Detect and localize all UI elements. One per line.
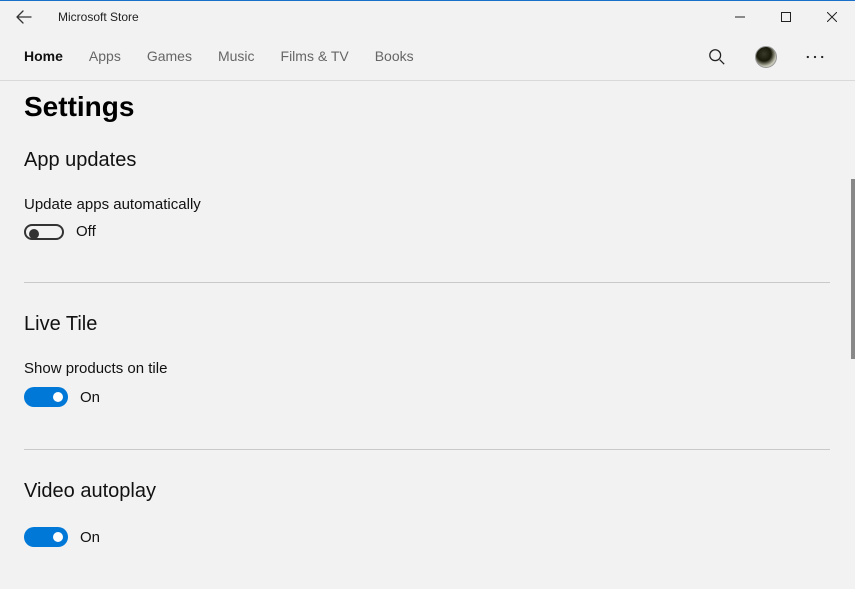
search-icon: [708, 48, 726, 66]
maximize-button[interactable]: [763, 1, 809, 33]
minimize-button[interactable]: [717, 1, 763, 33]
maximize-icon: [781, 12, 791, 22]
toggle-state-label: On: [80, 529, 100, 546]
settings-section: Video autoplay On: [24, 480, 830, 589]
settings-content: Settings App updates Update apps automati…: [0, 81, 855, 589]
toggle-switch[interactable]: [24, 387, 68, 407]
back-button[interactable]: [0, 1, 48, 33]
navbar: Home Apps Games Music Films & TV Books: [0, 33, 855, 81]
nav-tabs: Home Apps Games Music Films & TV Books: [24, 33, 414, 80]
nav-tab-apps[interactable]: Apps: [89, 33, 121, 80]
search-button[interactable]: [701, 41, 733, 73]
settings-section: Live Tile Show products on tile On: [24, 313, 830, 450]
close-icon: [827, 12, 837, 22]
user-avatar[interactable]: [755, 46, 777, 68]
toggle-state-label: On: [80, 389, 100, 406]
toggle-switch[interactable]: [24, 224, 64, 240]
window-controls: [717, 1, 855, 33]
toggle-knob: [53, 532, 63, 542]
setting-label: Show products on tile: [24, 360, 830, 377]
close-button[interactable]: [809, 1, 855, 33]
nav-tab-games[interactable]: Games: [147, 33, 192, 80]
toggle-state-label: Off: [76, 223, 96, 240]
minimize-icon: [735, 12, 745, 22]
arrow-left-icon: [16, 9, 32, 25]
toggle-row: Off: [24, 223, 830, 240]
toggle-knob: [53, 392, 63, 402]
toggle-row: On: [24, 527, 830, 547]
page-title: Settings: [24, 91, 831, 123]
toggle-row: On: [24, 387, 830, 407]
nav-tab-films-tv[interactable]: Films & TV: [281, 33, 349, 80]
ellipsis-icon: [806, 55, 824, 59]
settings-section: App updates Update apps automatically Off: [24, 149, 830, 283]
section-title: Live Tile: [24, 313, 830, 336]
setting-label: Update apps automatically: [24, 196, 830, 213]
toggle-switch[interactable]: [24, 527, 68, 547]
section-title: Video autoplay: [24, 480, 830, 503]
nav-tab-music[interactable]: Music: [218, 33, 255, 80]
more-button[interactable]: [799, 41, 831, 73]
titlebar: Microsoft Store: [0, 1, 855, 33]
toggle-knob: [29, 229, 39, 239]
scrollbar[interactable]: [851, 179, 855, 359]
nav-tab-home[interactable]: Home: [24, 33, 63, 80]
window-title: Microsoft Store: [48, 10, 139, 24]
section-title: App updates: [24, 149, 830, 172]
nav-right: [701, 41, 831, 73]
nav-tab-books[interactable]: Books: [375, 33, 414, 80]
